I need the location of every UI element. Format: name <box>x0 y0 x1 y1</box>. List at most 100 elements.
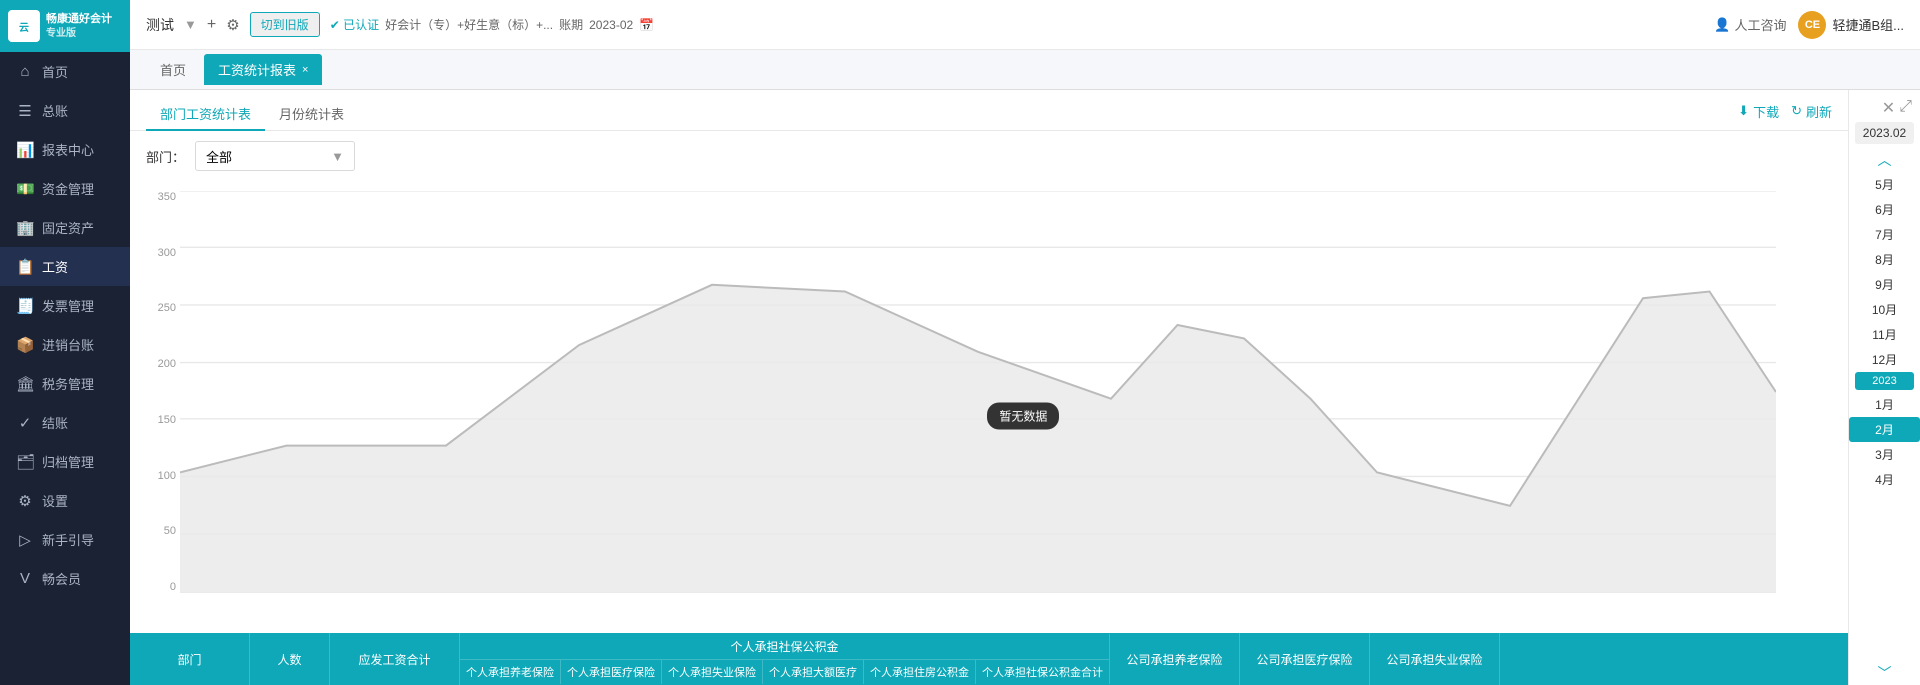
refresh-btn[interactable]: ↻ 刷新 <box>1791 102 1832 121</box>
certified-badge: ✔ 已认证 <box>330 16 379 33</box>
date-month-6[interactable]: 6月 <box>1849 197 1920 222</box>
close-panel-icon[interactable]: ✕ <box>1882 98 1895 118</box>
sales-icon: 📦 <box>16 336 34 354</box>
date-month-8[interactable]: 8月 <box>1849 247 1920 272</box>
col-count: 人数 <box>250 633 330 685</box>
sidebar-item-salary[interactable]: 📋 工资 <box>0 247 130 286</box>
sidebar-item-invoice[interactable]: 🧾 发票管理 <box>0 286 130 325</box>
col-personal-total: 个人承担社保公积金合计 <box>976 660 1109 684</box>
topbar-badges: ✔ 已认证 好会计（专）+好生意（标）+... 账期 2023-02 📅 <box>330 16 654 33</box>
col-personal-medical: 个人承担医疗保险 <box>561 660 662 684</box>
switch-old-btn[interactable]: 切到旧版 <box>250 12 320 37</box>
y-axis: 350 300 250 200 150 100 50 0 <box>146 191 176 593</box>
service-btn[interactable]: 👤 人工咨询 <box>1714 15 1786 34</box>
sidebar-item-archive[interactable]: 🗂 归档管理 <box>0 442 130 481</box>
calendar-icon[interactable]: 📅 <box>639 18 654 32</box>
col-personal-housing: 个人承担住房公积金 <box>864 660 976 684</box>
logo-text: 畅康通好会计 专业版 <box>46 12 112 39</box>
download-btn[interactable]: ⬇ 下载 <box>1738 102 1779 121</box>
filter-bar: 部门： 全部 ▼ <box>130 131 1848 181</box>
table-header: 部门 人数 应发工资合计 个人承担社保公积金 个人承担养老保险 个人承担医疗保险… <box>130 633 1848 685</box>
expand-panel-icon[interactable]: ⤢ <box>1899 98 1912 118</box>
dept-filter-label: 部门： <box>146 147 185 166</box>
sidebar-item-checkout[interactable]: ✓ 结账 <box>0 403 130 442</box>
personal-group-items: 个人承担养老保险 个人承担医疗保险 个人承担失业保险 个人承担大额医疗 个人承担… <box>460 660 1109 684</box>
date-month-10[interactable]: 10月 <box>1849 297 1920 322</box>
personal-group-title: 个人承担社保公积金 <box>460 634 1109 660</box>
date-picker-up[interactable]: ︿ <box>1849 148 1920 172</box>
settings-icon: ⚙ <box>16 492 34 510</box>
col-personal-major-medical: 个人承担大额医疗 <box>763 660 864 684</box>
date-month-5[interactable]: 5月 <box>1849 172 1920 197</box>
date-picker-down[interactable]: ﹀ <box>1849 661 1920 685</box>
title-dropdown-icon[interactable]: ▼ <box>184 17 197 32</box>
sidebar-item-tax[interactable]: 🏛 税务管理 <box>0 364 130 403</box>
col-personal-pension: 个人承担养老保险 <box>460 660 561 684</box>
sidebar-item-settings[interactable]: ⚙ 设置 <box>0 481 130 520</box>
user-area[interactable]: CE 轻捷通B组... <box>1798 11 1904 39</box>
sidebar-item-guide[interactable]: ▷ 新手引导 <box>0 520 130 559</box>
tab-close-icon[interactable]: × <box>302 64 308 76</box>
download-icon: ⬇ <box>1738 103 1749 119</box>
invoice-icon: 🧾 <box>16 297 34 315</box>
sidebar-item-reports[interactable]: 📊 报表中心 <box>0 130 130 169</box>
right-date-panel: ✕ ⤢ 2023.02 ︿ 5月 6月 7月 8月 9月 10月 11月 12月… <box>1848 90 1920 685</box>
app-logo: 云 畅康通好会计 专业版 <box>0 0 130 52</box>
add-button[interactable]: + <box>207 16 216 34</box>
date-month-4[interactable]: 4月 <box>1849 467 1920 492</box>
date-year-current: 2023 <box>1855 372 1914 390</box>
sidebar-item-sales[interactable]: 📦 进销台账 <box>0 325 130 364</box>
sidebar-item-home[interactable]: ⌂ 首页 <box>0 52 130 91</box>
date-month-7[interactable]: 7月 <box>1849 222 1920 247</box>
col-company-unemployment: 公司承担失业保险 <box>1370 633 1500 685</box>
assets-icon: 🏢 <box>16 219 34 237</box>
chart-area: 350 300 250 200 150 100 50 0 <box>130 181 1848 633</box>
tab-home[interactable]: 首页 <box>146 54 200 85</box>
subtab-actions: ⬇ 下载 ↻ 刷新 <box>1738 102 1832 127</box>
date-month-1[interactable]: 1月 <box>1849 392 1920 417</box>
content-area: 部门工资统计表 月份统计表 ⬇ 下载 ↻ 刷新 部门： 全部 <box>130 90 1920 685</box>
date-month-2-active[interactable]: 2月 <box>1849 417 1920 442</box>
col-company-medical: 公司承担医疗保险 <box>1240 633 1370 685</box>
sidebar-item-vip[interactable]: V 畅会员 <box>0 559 130 598</box>
tax-icon: 🏛 <box>16 375 34 393</box>
subtab-dept[interactable]: 部门工资统计表 <box>146 98 265 131</box>
username: 轻捷通B组... <box>1832 15 1904 34</box>
account-badges: 好会计（专）+好生意（标）+... <box>385 16 553 33</box>
sidebar: 云 畅康通好会计 专业版 ⌂ 首页 ☰ 总账 📊 报表中心 💵 资金管理 🏢 固… <box>0 0 130 685</box>
col-company-pension: 公司承担养老保险 <box>1110 633 1240 685</box>
gear-button[interactable]: ⚙ <box>226 16 239 34</box>
sidebar-item-funds[interactable]: 💵 资金管理 <box>0 169 130 208</box>
period-label: 账期 <box>559 16 583 33</box>
topbar: 测试 ▼ + ⚙ 切到旧版 ✔ 已认证 好会计（专）+好生意（标）+... 账期… <box>130 0 1920 50</box>
ledger-icon: ☰ <box>16 102 34 120</box>
col-personal-unemployment: 个人承担失业保险 <box>662 660 763 684</box>
home-icon: ⌂ <box>16 63 34 80</box>
tab-salary[interactable]: 工资统计报表 × <box>204 54 322 85</box>
guide-icon: ▷ <box>16 531 34 549</box>
checkout-icon: ✓ <box>16 414 34 432</box>
subtab-bar: 部门工资统计表 月份统计表 ⬇ 下载 ↻ 刷新 <box>130 90 1848 131</box>
date-month-12[interactable]: 12月 <box>1849 347 1920 372</box>
subtab-month[interactable]: 月份统计表 <box>265 98 358 131</box>
date-month-3[interactable]: 3月 <box>1849 442 1920 467</box>
avatar: CE <box>1798 11 1826 39</box>
date-picker-year[interactable]: 2023.02 <box>1855 122 1914 144</box>
date-month-9[interactable]: 9月 <box>1849 272 1920 297</box>
tabbar: 首页 工资统计报表 × <box>130 50 1920 90</box>
date-month-11[interactable]: 11月 <box>1849 322 1920 347</box>
select-arrow-icon: ▼ <box>331 149 344 164</box>
panel-close-bar: ✕ ⤢ <box>1849 90 1920 122</box>
page-title: 测试 <box>146 15 174 35</box>
refresh-icon: ↻ <box>1791 103 1802 119</box>
service-icon: 👤 <box>1714 17 1730 33</box>
funds-icon: 💵 <box>16 180 34 198</box>
sidebar-item-ledger[interactable]: ☰ 总账 <box>0 91 130 130</box>
salary-icon: 📋 <box>16 258 34 276</box>
line-chart <box>180 191 1776 593</box>
vip-icon: V <box>16 570 34 587</box>
dept-filter-select[interactable]: 全部 ▼ <box>195 141 355 171</box>
archive-icon: 🗂 <box>16 453 34 471</box>
sidebar-item-assets[interactable]: 🏢 固定资产 <box>0 208 130 247</box>
reports-icon: 📊 <box>16 141 34 159</box>
